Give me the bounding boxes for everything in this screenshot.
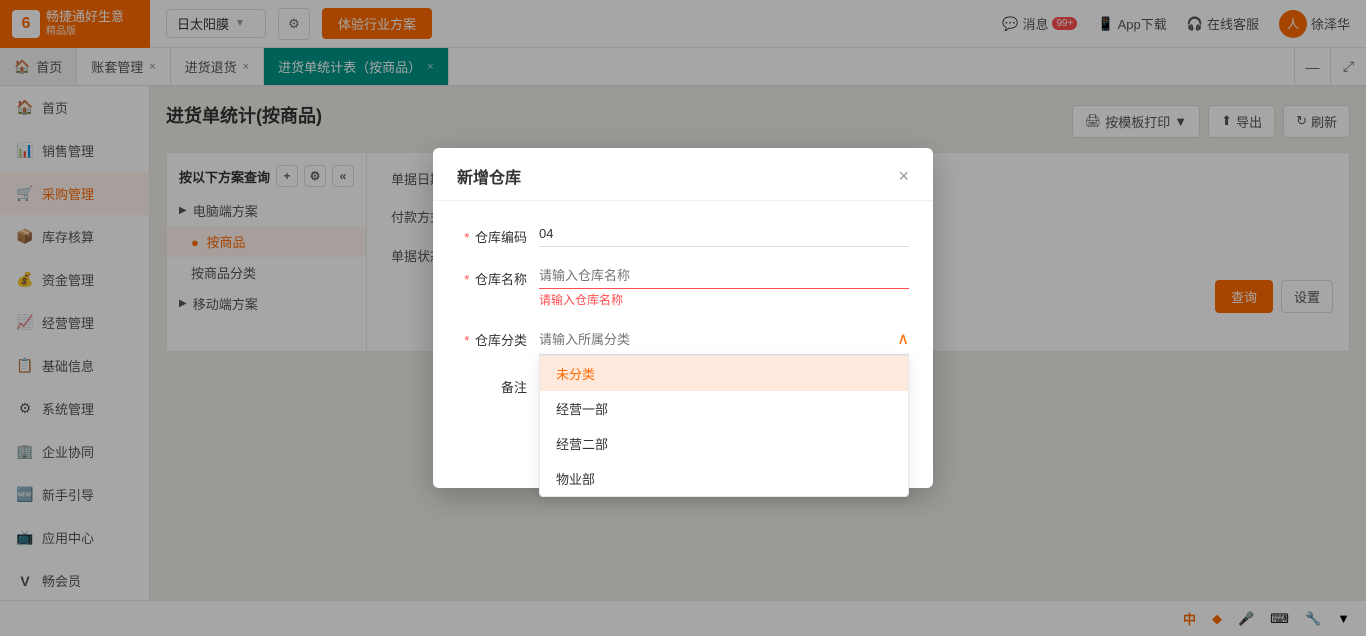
form-row-warehouse-category: * 仓库分类 ∧ 未分类 经营一部 经营二部 物业部 bbox=[457, 324, 909, 355]
category-wrap: ∧ 未分类 经营一部 经营二部 物业部 bbox=[539, 324, 909, 355]
modal-body: * 仓库编码 * 仓库名称 请输入仓库名称 bbox=[433, 201, 933, 429]
category-dropdown: 未分类 经营一部 经营二部 物业部 bbox=[539, 355, 909, 497]
modal-add-warehouse: 新增仓库 × * 仓库编码 * 仓库名称 bbox=[433, 148, 933, 488]
modal-title: 新增仓库 bbox=[457, 164, 521, 188]
modal-overlay[interactable]: 新增仓库 × * 仓库编码 * 仓库名称 bbox=[0, 0, 1366, 636]
modal-close-button[interactable]: × bbox=[898, 166, 909, 187]
category-option-unclassified[interactable]: 未分类 bbox=[540, 356, 908, 391]
category-option-dept1[interactable]: 经营一部 bbox=[540, 391, 908, 426]
category-option-dept2[interactable]: 经营二部 bbox=[540, 426, 908, 461]
warehouse-name-error: 请输入仓库名称 bbox=[539, 291, 909, 308]
warehouse-name-input[interactable] bbox=[539, 263, 909, 289]
modal-header: 新增仓库 × bbox=[433, 148, 933, 201]
category-input[interactable] bbox=[539, 332, 897, 347]
category-toggle-icon[interactable]: ∧ bbox=[897, 329, 909, 349]
form-row-warehouse-code: * 仓库编码 bbox=[457, 221, 909, 247]
form-row-warehouse-name: * 仓库名称 请输入仓库名称 bbox=[457, 263, 909, 308]
warehouse-code-input[interactable] bbox=[539, 221, 909, 247]
category-option-property[interactable]: 物业部 bbox=[540, 461, 908, 496]
